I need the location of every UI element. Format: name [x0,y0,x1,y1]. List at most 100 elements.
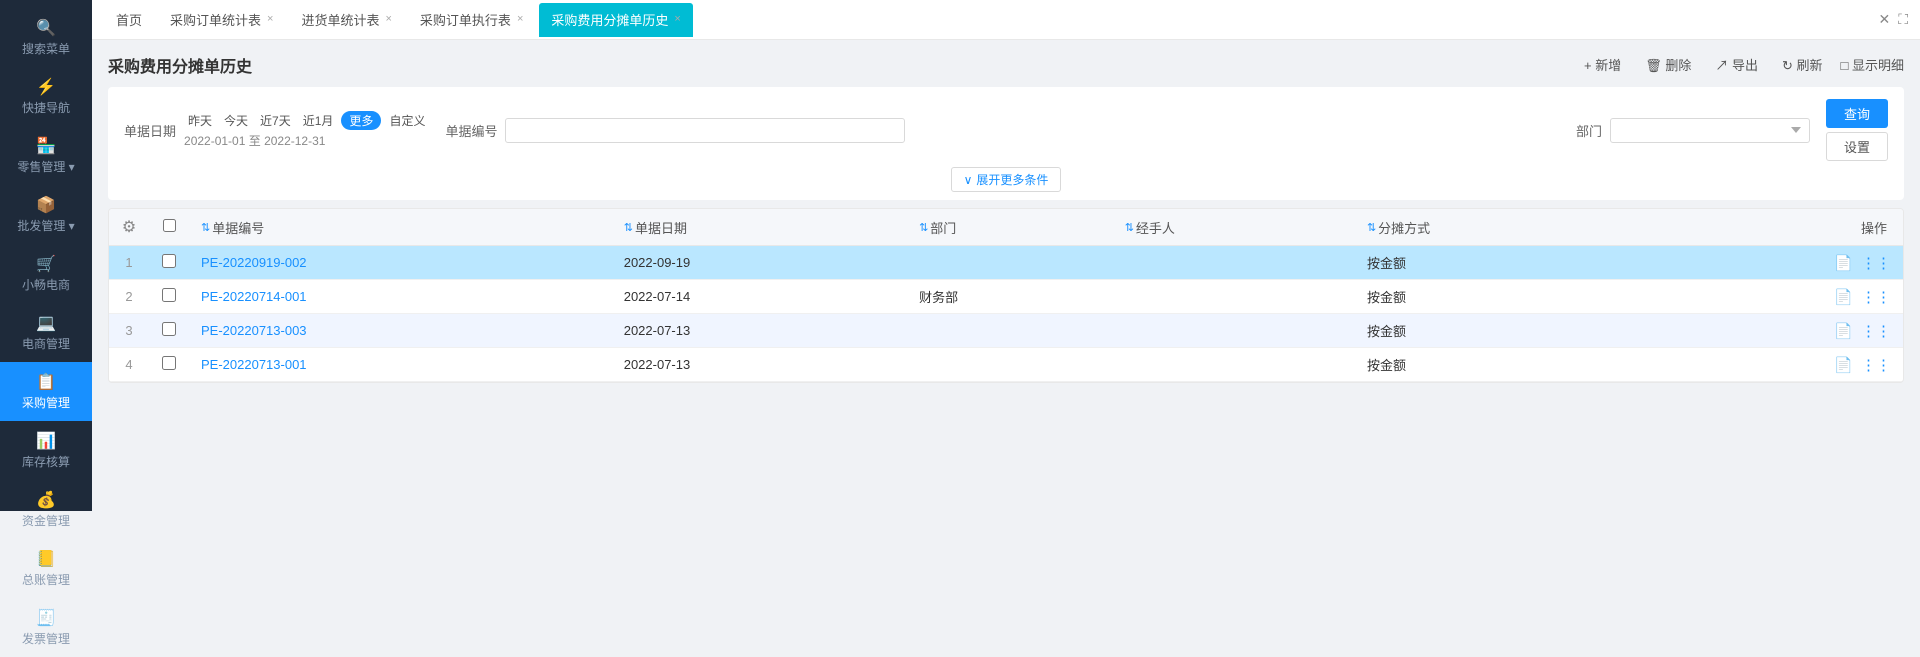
expand-conditions-button[interactable]: ∨ 展开更多条件 [951,167,1062,192]
search-buttons: 查询 设置 [1826,99,1888,161]
tab-3[interactable]: 采购订单执行表× [408,3,535,37]
row-handler-0 [1113,246,1355,280]
sidebar-icon-10: 🧾 [36,608,56,628]
query-button[interactable]: 查询 [1826,99,1888,128]
sidebar-label-10: 发票管理 [22,630,70,647]
dept-field: 部门 财务部 [1576,118,1810,143]
settings-button[interactable]: 设置 [1826,132,1888,161]
sidebar-item-小畅电商[interactable]: 🛒 小畅电商 [0,244,92,303]
dept-select[interactable]: 财务部 [1610,118,1810,143]
row-more-icon-3[interactable]: ⋮⋮ [1861,356,1891,374]
tab-1[interactable]: 采购订单统计表× [158,3,285,37]
doc-no-link-3[interactable]: PE-20220713-001 [201,357,307,372]
tab-close-1[interactable]: × [267,14,273,25]
doc-no-input[interactable] [505,118,905,143]
tab-0[interactable]: 首页 [104,3,154,37]
toolbar: + 新增 🗑 删除 ↗ 导出 ↻ 刷新 □ 显示明细 [1578,52,1904,77]
row-doc-no-1[interactable]: PE-20220714-001 [189,280,612,314]
row-handler-1 [1113,280,1355,314]
row-doc-no-0[interactable]: PE-20220919-002 [189,246,612,280]
export-button[interactable]: ↗ 导出 [1709,52,1764,77]
row-checkbox-input-0[interactable] [162,254,176,268]
row-doc-no-2[interactable]: PE-20220713-003 [189,314,612,348]
tab-close-4[interactable]: × [674,14,680,25]
col-date-label: 单据日期 [635,218,687,237]
row-doc-no-3[interactable]: PE-20220713-001 [189,348,612,382]
row-no-1: 2 [109,280,149,314]
select-all-checkbox[interactable] [163,219,176,232]
row-checkbox-2[interactable] [149,314,189,348]
sidebar-item-搜索菜单[interactable]: 🔍 搜索菜单 [0,8,92,67]
doc-no-link-2[interactable]: PE-20220713-003 [201,323,307,338]
row-checkbox-input-3[interactable] [162,356,176,370]
sidebar-item-采购管理[interactable]: 📋 采购管理 [0,362,92,421]
shortcut-yesterday[interactable]: 昨天 [184,111,216,130]
delete-button[interactable]: 🗑 删除 [1639,52,1697,77]
expand-window-icon[interactable]: ⛶ [1898,11,1908,28]
tab-bar-actions: ✕ ⛶ [1878,11,1908,28]
show-cols-button[interactable]: □ 显示明细 [1841,55,1904,74]
row-actions-1: 📄 ⋮⋮ [1640,280,1903,314]
tab-close-3[interactable]: × [517,14,523,25]
row-method-1: 按金额 [1355,280,1640,314]
row-dept-0 [907,246,1113,280]
sidebar-item-批发管理[interactable]: 📦 批发管理 ▾ [0,185,92,244]
sidebar-icon-2: 🏪 [36,136,56,156]
sidebar-item-零售管理[interactable]: 🏪 零售管理 ▾ [0,126,92,185]
row-edit-icon-1[interactable]: 📄 [1834,288,1853,306]
close-window-icon[interactable]: ✕ [1878,11,1890,28]
doc-no-link-0[interactable]: PE-20220919-002 [201,255,307,270]
expand-conditions-label: 展开更多条件 [976,171,1048,188]
row-checkbox-3[interactable] [149,348,189,382]
row-edit-icon-0[interactable]: 📄 [1834,254,1853,272]
sidebar-item-库存核算[interactable]: 📊 库存核算 [0,421,92,480]
col-dept-label: 部门 [930,218,956,237]
shortcut-today[interactable]: 今天 [220,111,252,130]
table-row: 1 PE-20220919-002 2022-09-19 按金额 📄 ⋮⋮ [109,246,1903,280]
dept-column-header[interactable]: ⇅部门 [907,209,1113,246]
sidebar: 🔍 搜索菜单 ⚡ 快捷导航 🏪 零售管理 ▾ 📦 批发管理 ▾ 🛒 小畅电商 💻… [0,0,92,511]
date-column-header[interactable]: ⇅单据日期 [612,209,907,246]
main-area: 首页采购订单统计表×进货单统计表×采购订单执行表×采购费用分摊单历史× ✕ ⛶ … [92,0,1920,511]
row-date-0: 2022-09-19 [612,246,907,280]
row-checkbox-input-2[interactable] [162,322,176,336]
row-actions-2: 📄 ⋮⋮ [1640,314,1903,348]
sidebar-item-快捷导航[interactable]: ⚡ 快捷导航 [0,67,92,126]
method-column-header[interactable]: ⇅分摊方式 [1355,209,1640,246]
row-no-0: 1 [109,246,149,280]
row-method-0: 按金额 [1355,246,1640,280]
row-edit-icon-3[interactable]: 📄 [1834,356,1853,374]
add-button[interactable]: + 新增 [1578,52,1627,77]
tab-close-2[interactable]: × [385,14,391,25]
refresh-button[interactable]: ↻ 刷新 [1776,52,1829,77]
doc-no-column-header[interactable]: ⇅单据编号 [189,209,612,246]
sidebar-icon-6: 📋 [36,372,56,392]
row-more-icon-1[interactable]: ⋮⋮ [1861,288,1891,306]
sidebar-item-资金管理[interactable]: 💰 资金管理 [0,480,92,539]
sidebar-icon-5: 💻 [36,313,56,333]
sidebar-item-发票管理[interactable]: 🧾 发票管理 [0,598,92,657]
row-more-icon-2[interactable]: ⋮⋮ [1861,322,1891,340]
shortcut-1month[interactable]: 近1月 [299,111,338,130]
data-table: ⚙ ⇅单据编号 ⇅单据日期 ⇅部门 [109,209,1903,382]
row-checkbox-input-1[interactable] [162,288,176,302]
row-checkbox-0[interactable] [149,246,189,280]
shortcut-custom[interactable]: 自定义 [385,111,429,130]
sidebar-label-9: 总账管理 [22,571,70,588]
row-more-icon-0[interactable]: ⋮⋮ [1861,254,1891,272]
sidebar-item-总账管理[interactable]: 📒 总账管理 [0,539,92,598]
row-checkbox-1[interactable] [149,280,189,314]
handler-column-header[interactable]: ⇅经手人 [1113,209,1355,246]
sidebar-item-电商管理[interactable]: 💻 电商管理 [0,303,92,362]
table-row: 3 PE-20220713-003 2022-07-13 按金额 📄 ⋮⋮ [109,314,1903,348]
tab-2[interactable]: 进货单统计表× [289,3,403,37]
row-date-1: 2022-07-14 [612,280,907,314]
sidebar-icon-1: ⚡ [36,77,56,97]
doc-no-link-1[interactable]: PE-20220714-001 [201,289,307,304]
tab-4[interactable]: 采购费用分摊单历史× [539,3,692,37]
gear-column-header[interactable]: ⚙ [109,209,149,246]
shortcut-7days[interactable]: 近7天 [256,111,295,130]
shortcut-more[interactable]: 更多 [341,111,381,130]
row-edit-icon-2[interactable]: 📄 [1834,322,1853,340]
row-dept-2 [907,314,1113,348]
